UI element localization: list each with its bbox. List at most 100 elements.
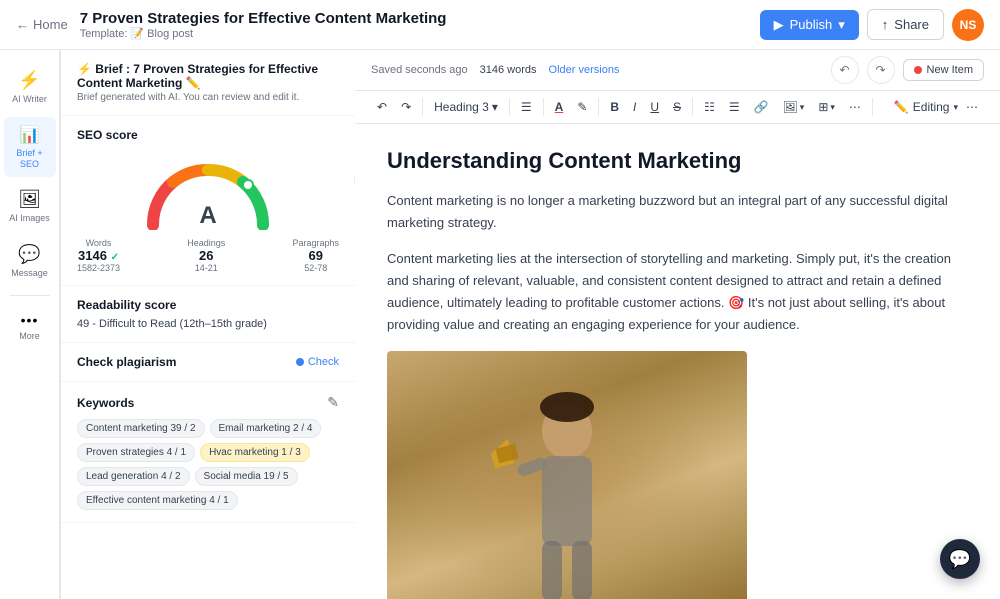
keywords-section: Keywords ✎ Content marketing 39 / 2 Email… <box>61 382 355 523</box>
meta-words: 3146 words <box>480 64 537 76</box>
editor-content[interactable]: Understanding Content Marketing Content … <box>355 124 1000 599</box>
sidebar-item-message[interactable]: 💬 Message <box>4 236 56 287</box>
publish-button[interactable]: ▶ Publish ▾ <box>760 10 859 40</box>
page-title: 7 Proven Strategies for Effective Conten… <box>80 10 447 27</box>
sidebar-item-ai-images[interactable]: 🖼 AI Images <box>4 181 56 232</box>
toolbar-divider-3 <box>543 98 544 116</box>
paragraphs-label: Paragraphs <box>292 238 339 248</box>
gauge-wrapper: A <box>138 150 278 230</box>
table-button[interactable]: ⊞▾ <box>812 96 841 118</box>
seo-score-section: SEO score <box>61 116 355 286</box>
avatar-initials: NS <box>960 18 977 32</box>
top-header: ← Home 7 Proven Strategies for Effective… <box>0 0 1000 50</box>
more-options-button[interactable]: ⋯ <box>960 96 984 118</box>
plagiarism-label: Check plagiarism <box>77 355 176 369</box>
keyword-tag-5[interactable]: Social media 19 / 5 <box>195 467 298 486</box>
strikethrough-button[interactable]: S <box>667 96 687 118</box>
publish-chevron-icon: ▾ <box>838 17 845 33</box>
plagiarism-dot-icon <box>296 358 304 366</box>
numbered-list-button[interactable]: ☰ <box>723 96 746 118</box>
sidebar-item-label-ai-images: AI Images <box>9 213 50 224</box>
font-color-button[interactable]: A <box>549 96 570 118</box>
toolbar-divider-4 <box>598 98 599 116</box>
seo-stats: Words 3146 ✓ 1582-2373 Headings 26 14-21… <box>77 238 339 273</box>
brief-edit-icon[interactable]: ✏️ <box>186 76 201 90</box>
content-paragraph-2: Content marketing lies at the intersecti… <box>387 248 968 336</box>
keyword-tag-6[interactable]: Effective content marketing 4 / 1 <box>77 491 238 510</box>
highlight-button[interactable]: ✎ <box>571 96 593 118</box>
italic-button[interactable]: I <box>627 96 642 118</box>
align-button[interactable]: ☰ <box>515 96 538 118</box>
sidebar-item-label-ai-writer: AI Writer <box>12 94 47 105</box>
keyword-tag-2[interactable]: Proven strategies 4 / 1 <box>77 443 195 462</box>
readability-score: 49 - Difficult to Read (12th–15th grade) <box>77 318 339 330</box>
underline-button[interactable]: U <box>644 96 665 118</box>
words-label: Words <box>77 238 120 248</box>
sidebar-item-brief-seo[interactable]: 📊 Brief + SEO <box>4 117 56 178</box>
main-layout: ⚡ AI Writer 📊 Brief + SEO 🖼 AI Images 💬 … <box>0 50 1000 599</box>
chat-bubble-icon: 💬 <box>949 549 971 570</box>
plagiarism-check-label: Check <box>308 356 339 368</box>
older-versions-link[interactable]: Older versions <box>549 64 620 76</box>
paragraphs-range: 52-78 <box>292 263 339 273</box>
content-h1: Understanding Content Marketing <box>387 148 968 174</box>
new-item-dot-icon <box>914 66 922 74</box>
header-left: ← Home 7 Proven Strategies for Effective… <box>16 10 446 40</box>
plagiarism-check-button[interactable]: Check <box>296 356 339 368</box>
keyword-tag-3[interactable]: Hvac marketing 1 / 3 <box>200 443 310 462</box>
image-button[interactable]: 🖼▾ <box>777 96 811 118</box>
chat-bubble-button[interactable]: 💬 <box>940 539 980 579</box>
sidebar-item-ai-writer[interactable]: ⚡ AI Writer <box>4 62 56 113</box>
editing-chevron-icon: ▾ <box>953 102 958 113</box>
undo-history-button[interactable]: ↶ <box>831 56 859 84</box>
table-chevron-icon: ▾ <box>830 102 835 113</box>
share-label: Share <box>894 17 929 32</box>
right-panel: ‹ ⚡ Brief : 7 Proven Strategies for Effe… <box>60 50 355 599</box>
words-value: 3146 ✓ <box>77 248 120 263</box>
home-arrow-icon: ← <box>16 17 29 32</box>
sidebar-item-label-message: Message <box>11 268 48 279</box>
plagiarism-row: Check plagiarism Check <box>77 355 339 369</box>
share-button[interactable]: ↑ Share <box>867 9 944 40</box>
publish-arrow-icon: ▶ <box>774 17 784 33</box>
undo-button[interactable]: ↶ <box>371 96 393 118</box>
toolbar-divider-6 <box>872 98 873 116</box>
ai-writer-icon: ⚡ <box>18 70 40 91</box>
seo-stat-headings: Headings 26 14-21 <box>187 238 225 273</box>
toolbar-divider-5 <box>692 98 693 116</box>
sidebar-divider <box>10 295 50 296</box>
sidebar-item-more[interactable]: ••• More <box>4 304 56 350</box>
gauge-grade: A <box>199 202 216 230</box>
editing-badge[interactable]: ✏️ Editing ▾ <box>894 100 958 114</box>
editing-pencil-icon: ✏️ <box>894 100 909 114</box>
toolbar-divider-1 <box>422 98 423 116</box>
brief-subtitle: Brief generated with AI. You can review … <box>77 92 339 103</box>
keywords-header: Keywords ✎ <box>77 394 339 411</box>
more-icon: ••• <box>21 312 39 328</box>
seo-stat-paragraphs: Paragraphs 69 52-78 <box>292 238 339 273</box>
more-toolbar-button[interactable]: ⋯ <box>843 96 867 118</box>
redo-history-button[interactable]: ↷ <box>867 56 895 84</box>
avatar[interactable]: NS <box>952 9 984 41</box>
keyword-tags: Content marketing 39 / 2 Email marketing … <box>77 419 339 510</box>
home-link[interactable]: ← Home <box>16 17 68 32</box>
heading-selector[interactable]: Heading 3 ▾ <box>428 96 504 118</box>
headings-range: 14-21 <box>187 263 225 273</box>
bold-button[interactable]: B <box>604 96 625 118</box>
keyword-tag-1[interactable]: Email marketing 2 / 4 <box>210 419 322 438</box>
content-image <box>387 351 747 599</box>
brief-lightning-icon: ⚡ <box>77 62 92 76</box>
bullet-list-button[interactable]: ☷ <box>698 96 721 118</box>
keyword-tag-4[interactable]: Lead generation 4 / 2 <box>77 467 190 486</box>
readability-section: Readability score 49 - Difficult to Read… <box>61 286 355 343</box>
redo-button[interactable]: ↷ <box>395 96 417 118</box>
new-item-button[interactable]: New Item <box>903 59 984 81</box>
keyword-tag-0[interactable]: Content marketing 39 / 2 <box>77 419 205 438</box>
plagiarism-section: Check plagiarism Check <box>61 343 355 382</box>
sidebar-item-label-brief: Brief + SEO <box>8 148 52 170</box>
brief-seo-icon: 📊 <box>20 125 40 145</box>
home-label: Home <box>33 17 68 32</box>
meta-right: ↶ ↷ New Item <box>831 56 984 84</box>
link-button[interactable]: 🔗 <box>748 96 775 118</box>
keywords-edit-button[interactable]: ✎ <box>327 394 339 411</box>
